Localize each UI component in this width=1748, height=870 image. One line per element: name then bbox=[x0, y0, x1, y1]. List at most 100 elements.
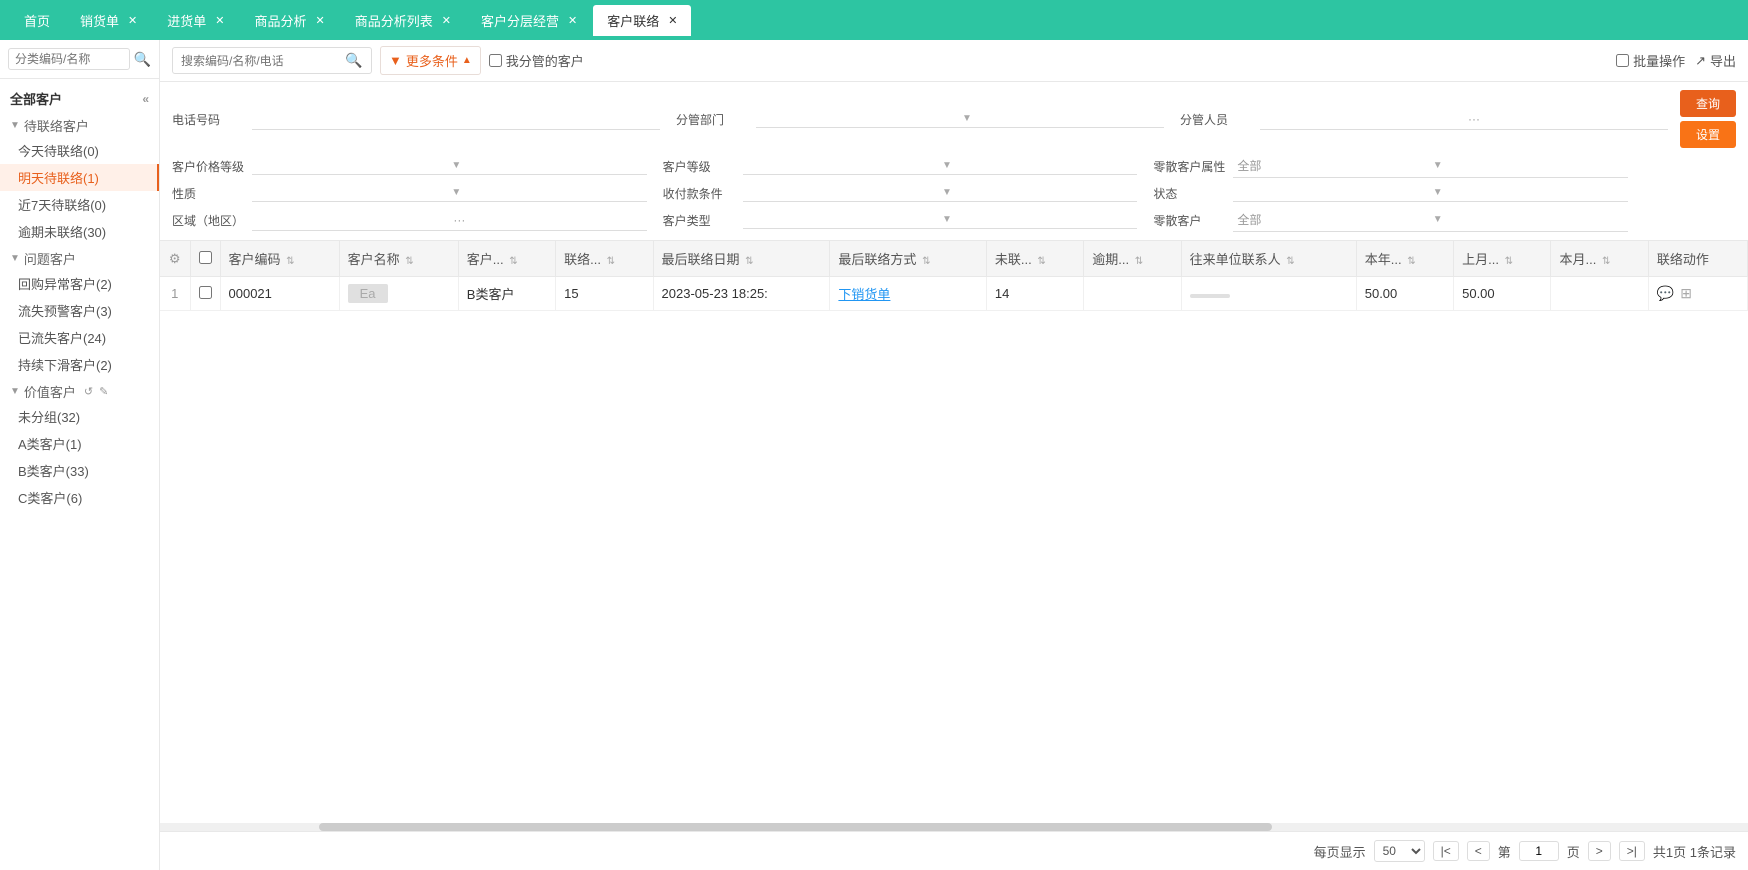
phone-input[interactable] bbox=[252, 109, 660, 130]
chevron-down-icon-7: ▼ bbox=[1433, 187, 1624, 198]
top-nav: 首页 销货单 ✕ 进货单 ✕ 商品分析 ✕ 商品分析列表 ✕ 客户分层经营 ✕ … bbox=[0, 0, 1748, 40]
sidebar-item-today[interactable]: 今天待联络(0) bbox=[0, 137, 159, 164]
nature-select[interactable]: ▼ bbox=[252, 184, 647, 202]
nav-sales[interactable]: 销货单 ✕ bbox=[66, 5, 151, 36]
sidebar-item-tomorrow[interactable]: 明天待联络(1) bbox=[0, 164, 159, 191]
sidebar-item-repeat-abnormal[interactable]: 回购异常客户(2) bbox=[0, 270, 159, 297]
nav-customer-contact[interactable]: 客户联络 ✕ bbox=[593, 5, 691, 36]
sidebar-tree: 全部客户 « ▼ 待联络客户 今天待联络(0) 明天待联络(1) 近7天待联络(… bbox=[0, 79, 159, 870]
batch-checkbox[interactable] bbox=[1616, 54, 1629, 67]
prev-page-button[interactable]: < bbox=[1467, 841, 1490, 861]
export-button[interactable]: ↗ 导出 bbox=[1695, 51, 1736, 70]
sidebar-search-icon[interactable]: 🔍 bbox=[134, 51, 151, 68]
arrow-icon-3: ▼ bbox=[10, 386, 20, 397]
settings-header[interactable]: ⚙ bbox=[160, 241, 190, 277]
edit-value-icon[interactable]: ✎ bbox=[99, 385, 108, 398]
chevron-down-icon-2: ▼ bbox=[451, 160, 642, 171]
sort-icon-this-month: ⇅ bbox=[1602, 256, 1610, 267]
sidebar-item-class-b[interactable]: B类客户(33) bbox=[0, 457, 159, 484]
close-purchase-icon[interactable]: ✕ bbox=[215, 14, 224, 27]
row-checkbox[interactable] bbox=[199, 286, 212, 299]
sidebar-group-pending-contact[interactable]: ▼ 待联络客户 bbox=[0, 112, 159, 137]
filter-actions: 查询 设置 bbox=[1680, 90, 1736, 148]
nav-purchase[interactable]: 进货单 ✕ bbox=[153, 5, 238, 36]
status-select[interactable]: ▼ bbox=[1233, 184, 1628, 202]
unit-contact-blurred bbox=[1190, 294, 1230, 298]
query-button[interactable]: 查询 bbox=[1680, 90, 1736, 117]
my-customer-checkbox[interactable] bbox=[489, 54, 502, 67]
sidebar-item-overdue[interactable]: 逾期未联络(30) bbox=[0, 218, 159, 245]
customer-level-select[interactable]: ▼ bbox=[743, 157, 1138, 175]
chevron-up-icon: ▲ bbox=[462, 55, 472, 66]
sidebar-group-problem[interactable]: ▼ 问题客户 bbox=[0, 245, 159, 270]
nav-home[interactable]: 首页 bbox=[10, 5, 64, 36]
content-area: 🔍 ▼ 更多条件 ▲ 我分管的客户 批量操作 ↗ 导出 bbox=[160, 40, 1748, 870]
search-icon[interactable]: 🔍 bbox=[345, 52, 362, 69]
last-page-button[interactable]: >| bbox=[1619, 841, 1645, 861]
reset-button[interactable]: 设置 bbox=[1680, 121, 1736, 148]
dept-select[interactable]: ▼ bbox=[756, 110, 1164, 128]
arrow-icon-2: ▼ bbox=[10, 253, 20, 264]
collapse-sidebar-icon[interactable]: « bbox=[142, 92, 149, 106]
sidebar-item-class-c[interactable]: C类客户(6) bbox=[0, 484, 159, 511]
last-method-link[interactable]: 下销货单 bbox=[838, 287, 890, 302]
refresh-value-icon[interactable]: ↺ bbox=[84, 385, 93, 398]
manager-select[interactable]: ··· bbox=[1260, 109, 1668, 130]
sidebar-item-lost-risk[interactable]: 流失预警客户(3) bbox=[0, 297, 159, 324]
close-product-analysis-list-icon[interactable]: ✕ bbox=[442, 14, 451, 27]
sidebar-item-continuous-down[interactable]: 持续下滑客户(2) bbox=[0, 351, 159, 378]
sort-icon-uncontacted: ⇅ bbox=[1037, 256, 1045, 267]
close-customer-tier-icon[interactable]: ✕ bbox=[568, 14, 577, 27]
sidebar-item-lost[interactable]: 已流失客户(24) bbox=[0, 324, 159, 351]
search-box: 🔍 bbox=[172, 47, 372, 74]
more-filter-button[interactable]: ▼ 更多条件 ▲ bbox=[380, 46, 481, 75]
row-type: B类客户 bbox=[458, 277, 555, 311]
page-size-select[interactable]: 50 100 200 bbox=[1374, 840, 1425, 862]
next-page-button[interactable]: > bbox=[1588, 841, 1611, 861]
nav-product-analysis[interactable]: 商品分析 ✕ bbox=[240, 5, 338, 36]
page-unit-label: 页 bbox=[1567, 842, 1580, 861]
area-dots-icon[interactable]: ··· bbox=[453, 213, 642, 227]
horizontal-scrollbar[interactable] bbox=[160, 823, 1748, 831]
chat-action-icon[interactable]: 💬 bbox=[1657, 285, 1674, 302]
chevron-down-icon: ▼ bbox=[962, 113, 1160, 124]
page-input[interactable] bbox=[1519, 841, 1559, 861]
manager-dots-icon[interactable]: ··· bbox=[1468, 112, 1664, 126]
select-all-checkbox[interactable] bbox=[199, 251, 212, 264]
dept-label: 分管部门 bbox=[676, 111, 756, 128]
nav-product-analysis-list[interactable]: 商品分析列表 ✕ bbox=[341, 5, 465, 36]
close-customer-contact-icon[interactable]: ✕ bbox=[668, 14, 677, 27]
close-sales-icon[interactable]: ✕ bbox=[128, 14, 137, 27]
search-input[interactable] bbox=[181, 54, 341, 68]
sort-icon-contact: ⇅ bbox=[607, 256, 615, 267]
nav-customer-tier[interactable]: 客户分层经营 ✕ bbox=[467, 5, 591, 36]
retail-attr-select[interactable]: 全部 ▼ bbox=[1233, 154, 1628, 178]
first-page-button[interactable]: |< bbox=[1433, 841, 1459, 861]
sort-icon-overdue: ⇅ bbox=[1135, 256, 1143, 267]
customer-type-select[interactable]: ▼ bbox=[743, 211, 1138, 229]
payment-terms-select[interactable]: ▼ bbox=[743, 184, 1138, 202]
price-level-select[interactable]: ▼ bbox=[252, 157, 647, 175]
sort-icon-unit: ⇅ bbox=[1286, 256, 1294, 267]
retail-customer-select[interactable]: 全部 ▼ bbox=[1233, 208, 1628, 232]
all-customers-label: 全部客户 « bbox=[0, 83, 159, 112]
toolbar-right: 批量操作 ↗ 导出 bbox=[1616, 51, 1736, 70]
row-last-method[interactable]: 下销货单 bbox=[830, 277, 986, 311]
filter-manager: 分管人员 ··· bbox=[1180, 109, 1668, 130]
batch-operation-button[interactable]: 批量操作 bbox=[1616, 51, 1685, 70]
col-this-year: 本年... ⇅ bbox=[1356, 241, 1453, 277]
sidebar-item-class-a[interactable]: A类客户(1) bbox=[0, 430, 159, 457]
sidebar-item-week[interactable]: 近7天待联络(0) bbox=[0, 191, 159, 218]
filter-row-3: 性质 ▼ 收付款条件 ▼ 状态 bbox=[172, 184, 1736, 202]
sidebar-item-ungrouped[interactable]: 未分组(32) bbox=[0, 403, 159, 430]
row-unit-contact bbox=[1181, 277, 1356, 311]
sidebar-search-input[interactable] bbox=[8, 48, 130, 70]
sidebar-group-value[interactable]: ▼ 价值客户 ↺ ✎ bbox=[0, 378, 159, 403]
scrollbar-thumb[interactable] bbox=[319, 823, 1272, 831]
close-product-analysis-icon[interactable]: ✕ bbox=[316, 14, 325, 27]
col-action: 联络动作 bbox=[1648, 241, 1747, 277]
area-select[interactable]: ··· bbox=[252, 210, 647, 231]
row-contact-count: 15 bbox=[556, 277, 653, 311]
my-customer-checkbox-area[interactable]: 我分管的客户 bbox=[489, 51, 584, 70]
grid-action-icon[interactable]: ⊞ bbox=[1680, 285, 1692, 302]
